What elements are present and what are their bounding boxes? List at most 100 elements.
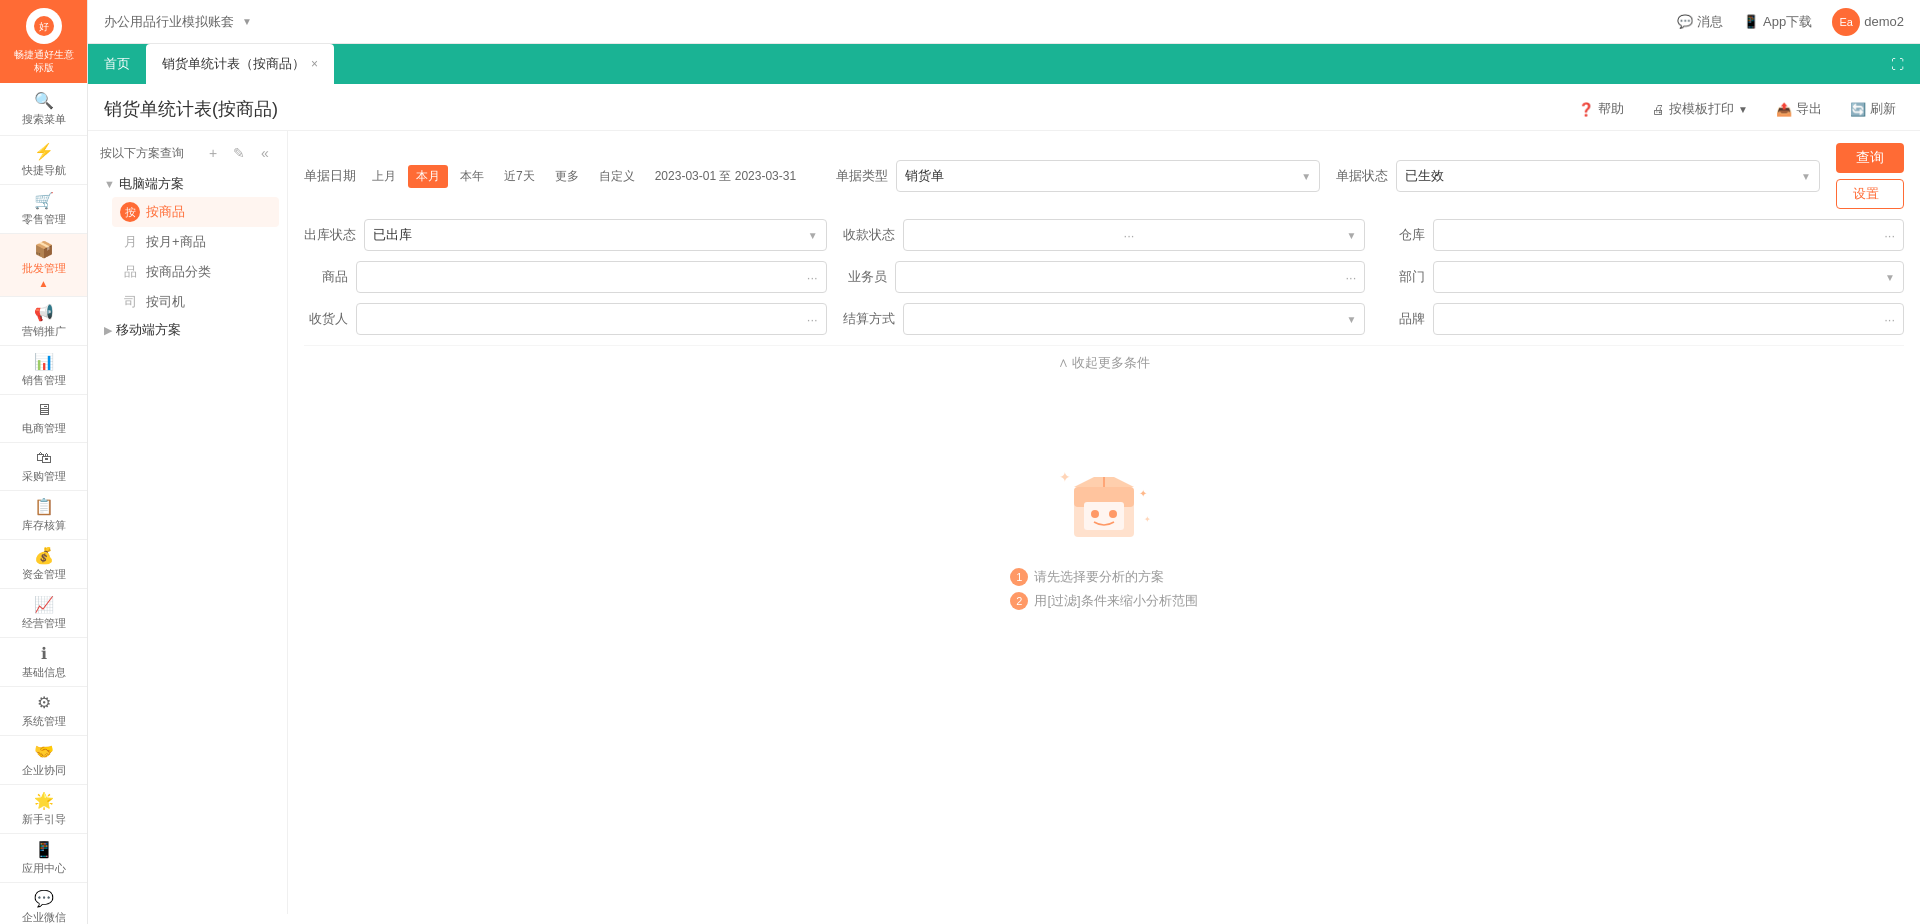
app-download-button[interactable]: 📱 App下载 xyxy=(1743,13,1812,31)
logo-icon: 好 xyxy=(26,8,62,44)
mobile-group-label: 移动端方案 xyxy=(116,321,181,339)
date-tab-last-month[interactable]: 上月 xyxy=(364,165,404,188)
collapse-panel-icon[interactable]: « xyxy=(255,143,275,163)
consignee-select[interactable]: ··· xyxy=(356,303,827,335)
dept-select[interactable]: ▼ xyxy=(1433,261,1904,293)
pc-tree-children: 按 按商品 月 按月+商品 品 按商品分类 xyxy=(96,197,279,317)
quick-nav-item[interactable]: ⚡ 快捷导航 xyxy=(0,136,87,185)
header-left: 办公用品行业模拟账套 ▼ xyxy=(104,13,252,31)
page-header: 销货单统计表(按商品) ❓ 帮助 🖨 按模板打印 ▼ 📤 导出 xyxy=(88,84,1920,131)
retail-nav-item[interactable]: 🛒 零售管理 xyxy=(0,185,87,234)
svg-text:✦: ✦ xyxy=(1144,515,1151,524)
brand-label: 品牌 xyxy=(1381,310,1433,328)
main-area: 办公用品行业模拟账套 ▼ 💬 消息 📱 App下载 Ea demo2 首页 xyxy=(88,0,1920,924)
refresh-button[interactable]: 🔄 刷新 xyxy=(1842,96,1904,122)
system-nav-item[interactable]: ⚙ 系统管理 xyxy=(0,687,87,736)
help-button[interactable]: ❓ 帮助 xyxy=(1570,96,1632,122)
warehouse-label: 仓库 xyxy=(1381,226,1433,244)
home-tab[interactable]: 首页 xyxy=(88,44,146,84)
avatar: Ea xyxy=(1832,8,1860,36)
svg-text:好: 好 xyxy=(39,21,49,32)
payment-select[interactable]: ▼ xyxy=(903,303,1366,335)
doc-status-arrow: ▼ xyxy=(1801,171,1811,182)
industry-dropdown-icon[interactable]: ▼ xyxy=(242,16,252,27)
app-logo: 好 畅捷通好生意 标版 xyxy=(0,0,88,83)
finance-nav-item[interactable]: 💰 资金管理 xyxy=(0,540,87,589)
enterprise-nav-item[interactable]: 🤝 企业协同 xyxy=(0,736,87,785)
payment-label: 结算方式 xyxy=(843,310,903,328)
date-tab-7days[interactable]: 近7天 xyxy=(496,165,543,188)
purchase-nav-item[interactable]: 🛍 采购管理 xyxy=(0,443,87,491)
collapse-more-conditions[interactable]: ∧ 收起更多条件 xyxy=(304,345,1904,380)
staff-cell: 业务员 ··· xyxy=(843,261,1366,293)
refresh-icon: 🔄 xyxy=(1850,102,1866,117)
print-button[interactable]: 🖨 按模板打印 ▼ xyxy=(1644,96,1756,122)
doc-status-select[interactable]: 已生效 ▼ xyxy=(1396,160,1820,192)
staff-dots: ··· xyxy=(1345,270,1356,285)
settings-button[interactable]: 设置 xyxy=(1836,179,1904,209)
warehouse-dots: ··· xyxy=(1884,228,1895,243)
date-tab-this-year[interactable]: 本年 xyxy=(452,165,492,188)
wechat-nav-item[interactable]: 💬 企业微信 xyxy=(0,883,87,924)
pc-group-label: 电脑端方案 xyxy=(119,175,184,193)
brand-select[interactable]: ··· xyxy=(1433,303,1904,335)
scheme-item-category[interactable]: 品 按商品分类 xyxy=(112,257,279,287)
content-wrapper: 销货单统计表(按商品) ❓ 帮助 🖨 按模板打印 ▼ 📤 导出 xyxy=(88,84,1920,924)
receive-status-cell: 收款状态 ··· ▼ xyxy=(843,219,1366,251)
filter-row-2: 出库状态 已出库 ▼ 收款状态 ··· ▼ xyxy=(304,219,1904,251)
query-button[interactable]: 查询 xyxy=(1836,143,1904,173)
tab-close-icon[interactable]: × xyxy=(311,57,318,71)
payment-cell: 结算方式 ▼ xyxy=(843,303,1366,335)
user-profile-button[interactable]: Ea demo2 xyxy=(1832,8,1904,36)
tip-num-1: 1 xyxy=(1010,568,1028,586)
app-center-nav-item[interactable]: 📱 应用中心 xyxy=(0,834,87,883)
basic-info-nav-item[interactable]: ℹ 基础信息 xyxy=(0,638,87,687)
wholesale-nav-item[interactable]: 📦 批发管理 ▲ xyxy=(0,234,87,297)
message-icon: 💬 xyxy=(1677,14,1693,29)
out-status-select[interactable]: 已出库 ▼ xyxy=(364,219,827,251)
maximize-button[interactable]: ⛶ xyxy=(1891,57,1920,72)
out-status-label: 出库状态 xyxy=(304,226,364,244)
ecommerce-nav-item[interactable]: 🖥 电商管理 xyxy=(0,395,87,443)
search-menu-item[interactable]: 🔍 搜索菜单 xyxy=(0,83,87,136)
receive-status-arrow: ▼ xyxy=(1346,230,1356,241)
filter-row-3: 商品 ··· 业务员 ··· xyxy=(304,261,1904,293)
staff-label: 业务员 xyxy=(843,268,895,286)
panel-title: 按以下方案查询 xyxy=(100,145,184,162)
doc-type-label: 单据类型 xyxy=(836,167,896,185)
goods-select[interactable]: ··· xyxy=(356,261,827,293)
scheme-item-goods[interactable]: 按 按商品 xyxy=(112,197,279,227)
date-range-display: 2023-03-01 至 2023-03-31 xyxy=(655,168,796,185)
export-icon: 📤 xyxy=(1776,102,1792,117)
marketing-nav-item[interactable]: 📢 营销推广 xyxy=(0,297,87,346)
inventory-nav-item[interactable]: 📋 库存核算 xyxy=(0,491,87,540)
receive-status-select[interactable]: ··· ▼ xyxy=(903,219,1366,251)
sales-nav-item[interactable]: 📊 销售管理 xyxy=(0,346,87,395)
active-tab[interactable]: 销货单统计表（按商品） × xyxy=(146,44,334,84)
add-scheme-icon[interactable]: + xyxy=(203,143,223,163)
scheme-goods-icon: 按 xyxy=(120,202,140,222)
maximize-icon: ⛶ xyxy=(1891,57,1904,72)
date-tab-custom[interactable]: 自定义 xyxy=(591,165,643,188)
export-button[interactable]: 📤 导出 xyxy=(1768,96,1830,122)
top-header: 办公用品行业模拟账套 ▼ 💬 消息 📱 App下载 Ea demo2 xyxy=(88,0,1920,44)
app-name: 畅捷通好生意 xyxy=(14,48,74,61)
warehouse-select[interactable]: ··· xyxy=(1433,219,1904,251)
scheme-item-driver[interactable]: 司 按司机 xyxy=(112,287,279,317)
brand-dots: ··· xyxy=(1884,312,1895,327)
app-subtitle: 标版 xyxy=(34,61,54,75)
pc-group-parent[interactable]: ▼ 电脑端方案 xyxy=(96,171,279,197)
message-button[interactable]: 💬 消息 xyxy=(1677,13,1723,31)
mobile-group-parent[interactable]: ▶ 移动端方案 xyxy=(96,317,279,343)
receive-status-label: 收款状态 xyxy=(843,226,903,244)
mobile-group-arrow: ▶ xyxy=(104,324,112,337)
doc-type-select[interactable]: 销货单 ▼ xyxy=(896,160,1320,192)
staff-select[interactable]: ··· xyxy=(895,261,1366,293)
date-tab-more[interactable]: 更多 xyxy=(547,165,587,188)
edit-scheme-icon[interactable]: ✎ xyxy=(229,143,249,163)
date-tab-this-month[interactable]: 本月 xyxy=(408,165,448,188)
svg-rect-5 xyxy=(1084,502,1124,530)
scheme-item-month-goods[interactable]: 月 按月+商品 xyxy=(112,227,279,257)
guide-nav-item[interactable]: 🌟 新手引导 xyxy=(0,785,87,834)
business-nav-item[interactable]: 📈 经营管理 xyxy=(0,589,87,638)
